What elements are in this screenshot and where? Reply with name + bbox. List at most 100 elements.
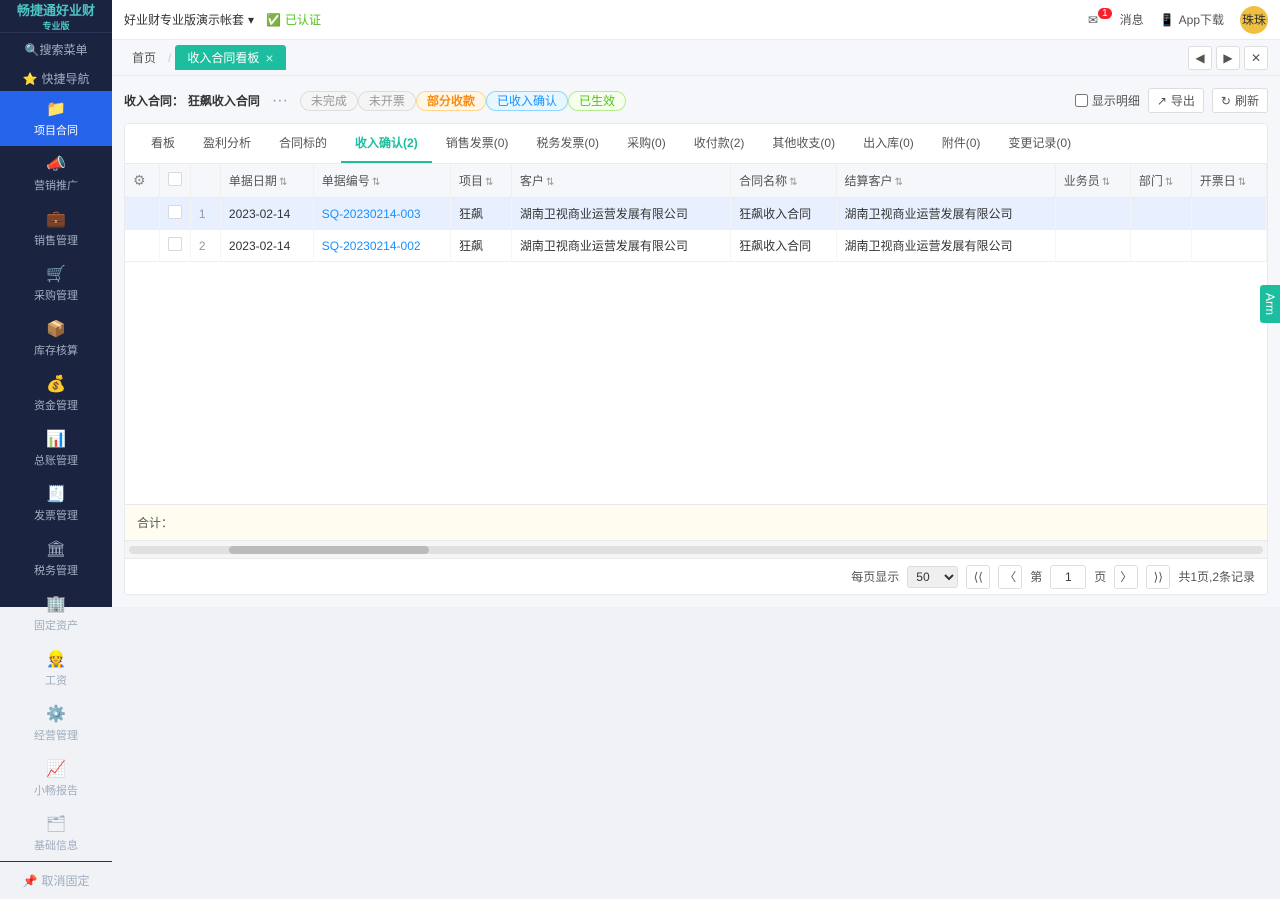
table-row[interactable]: 12023-02-14SQ-20230214-003狂飙湖南卫视商业运营发展有限… — [125, 198, 1267, 230]
sidebar-item-ops[interactable]: ⚙️经营管理 — [0, 696, 112, 751]
sort-customer-icon[interactable]: ⇅ — [546, 177, 554, 188]
tab-attachment[interactable]: 附件(0) — [928, 124, 995, 163]
row-checkbox[interactable] — [168, 237, 182, 251]
sidebar-item-fixed[interactable]: 🏢固定资产 — [0, 586, 112, 641]
horizontal-scrollbar[interactable] — [125, 540, 1267, 558]
show-detail-toggle[interactable]: 显示明细 — [1075, 92, 1140, 109]
report-label: 小畅报告 — [34, 782, 78, 798]
sort-contract-icon[interactable]: ⇅ — [789, 177, 797, 188]
col-header-open_date[interactable]: 开票日⇅ — [1191, 164, 1266, 198]
col-header-result_customer[interactable]: 结算客户⇅ — [836, 164, 1055, 198]
sidebar-item-basic[interactable]: 🗂基础信息 — [0, 806, 112, 861]
tab-close-icon[interactable]: × — [265, 50, 273, 66]
sidebar-item-report[interactable]: 📈小畅报告 — [0, 751, 112, 806]
tab-revenue[interactable]: 收入确认(2) — [341, 124, 432, 163]
select-all-checkbox[interactable] — [168, 172, 182, 186]
sidebar-item-purchase[interactable]: 🛒采购管理 — [0, 256, 112, 311]
tab-kanban[interactable]: 看板 — [137, 124, 189, 163]
col-header-department[interactable]: 部门⇅ — [1130, 164, 1191, 198]
certified-label: 已认证 — [285, 11, 321, 28]
row-checkbox[interactable] — [168, 205, 182, 219]
cell-result_customer: 湖南卫视商业运营发展有限公司 — [836, 230, 1055, 262]
tab-change_log[interactable]: 变更记录(0) — [994, 124, 1085, 163]
cell-contract: 狂飙收入合同 — [731, 230, 836, 262]
status-not_open[interactable]: 未开票 — [358, 91, 416, 111]
tab-nav-right[interactable]: ▶ — [1216, 46, 1240, 70]
tab-nav-close[interactable]: ✕ — [1244, 46, 1268, 70]
col-header-project[interactable]: 项目⇅ — [450, 164, 511, 198]
row-num: 2 — [199, 239, 206, 253]
show-detail-label: 显示明细 — [1092, 92, 1140, 109]
main-area: 好业财专业版演示帐套 ▾ ✅ 已认证 ✉ 1 消息 📱 App下载 珠珠 首页 … — [112, 0, 1280, 607]
col-header-code[interactable]: 单据编号⇅ — [313, 164, 450, 198]
sort-department-icon[interactable]: ⇅ — [1165, 177, 1173, 188]
tab-profit[interactable]: 盈利分析 — [189, 124, 265, 163]
refresh-button[interactable]: ↻ 刷新 — [1212, 88, 1268, 113]
cell-gear — [125, 230, 159, 262]
sidebar-item-general[interactable]: 📊总账管理 — [0, 421, 112, 476]
record-link[interactable]: SQ-20230214-002 — [322, 239, 421, 253]
tab-sales_invoice[interactable]: 销售发票(0) — [432, 124, 523, 163]
per-page-label: 每页显示 — [851, 568, 899, 585]
home-tab[interactable]: 首页 — [124, 45, 164, 70]
status-effective[interactable]: 已生效 — [568, 91, 626, 111]
tab-purchase[interactable]: 采购(0) — [613, 124, 680, 163]
sidebar-search[interactable]: 🔍 搜索菜单 — [0, 33, 112, 66]
cancel-pin-button[interactable]: 📌 取消固定 — [0, 868, 112, 893]
scrollbar-thumb[interactable] — [229, 546, 429, 554]
message-button[interactable]: ✉ 1 消息 — [1088, 11, 1144, 28]
col-header-date[interactable]: 单据日期⇅ — [220, 164, 313, 198]
last-page-button[interactable]: ⟩⟩ — [1146, 565, 1170, 589]
tabbar: 首页 / 收入合同看板 × ◀ ▶ ✕ — [112, 40, 1280, 76]
tab-other_income[interactable]: 其他收支(0) — [758, 124, 849, 163]
sort-open_date-icon[interactable]: ⇅ — [1238, 177, 1246, 188]
tax-label: 税务管理 — [34, 562, 78, 578]
tab-nav-left[interactable]: ◀ — [1188, 46, 1212, 70]
sort-date-icon[interactable]: ⇅ — [279, 177, 287, 188]
tab-payment[interactable]: 收付款(2) — [680, 124, 759, 163]
tab-tax_invoice[interactable]: 税务发票(0) — [522, 124, 613, 163]
contract-board-tab[interactable]: 收入合同看板 × — [175, 45, 285, 70]
sidebar-item-project[interactable]: 📁项目合同 — [0, 91, 112, 146]
show-detail-checkbox[interactable] — [1075, 94, 1088, 107]
status-partial[interactable]: 部分收款 — [416, 91, 486, 111]
record-link[interactable]: SQ-20230214-003 — [322, 207, 421, 221]
next-page-button[interactable]: 〉 — [1114, 565, 1138, 589]
gear-icon[interactable]: ⚙ — [133, 172, 146, 188]
sort-project-icon[interactable]: ⇅ — [485, 177, 493, 188]
sidebar-item-sales[interactable]: 💼销售管理 — [0, 201, 112, 256]
sidebar-item-tax[interactable]: 🏛税务管理 — [0, 531, 112, 586]
col-header-salesperson[interactable]: 业务员⇅ — [1055, 164, 1130, 198]
sort-code-icon[interactable]: ⇅ — [372, 177, 380, 188]
status-confirmed[interactable]: 已收入确认 — [486, 91, 568, 111]
user-avatar[interactable]: 珠珠 — [1240, 6, 1268, 34]
first-page-button[interactable]: ⟨⟨ — [966, 565, 990, 589]
sidebar-item-marketing[interactable]: 📣营销推广 — [0, 146, 112, 201]
page-input[interactable] — [1050, 565, 1086, 589]
col-header-contract[interactable]: 合同名称⇅ — [731, 164, 836, 198]
sidebar-item-labor[interactable]: 👷工资 — [0, 641, 112, 696]
status-not_done[interactable]: 未完成 — [300, 91, 358, 111]
arm-float-button[interactable]: Arm — [1260, 285, 1280, 323]
per-page-select[interactable]: 2050100 — [907, 566, 958, 588]
tab-warehouse[interactable]: 出入库(0) — [849, 124, 928, 163]
tab-standard[interactable]: 合同标的 — [265, 124, 341, 163]
total-info: 共1页,2条记录 — [1178, 568, 1255, 585]
app-download-button[interactable]: 📱 App下载 — [1160, 11, 1224, 28]
main-card: 看板盈利分析合同标的收入确认(2)销售发票(0)税务发票(0)采购(0)收付款(… — [124, 123, 1268, 595]
export-button[interactable]: ↗ 导出 — [1148, 88, 1204, 113]
col-header-customer[interactable]: 客户⇅ — [511, 164, 730, 198]
contract-more-button[interactable]: ··· — [272, 92, 288, 110]
sidebar-item-invoice[interactable]: 🧾发票管理 — [0, 476, 112, 531]
table-area[interactable]: ⚙ 单据日期⇅单据编号⇅项目⇅客户⇅合同名称⇅结算客户⇅业务员⇅部门⇅开票日⇅ 1… — [125, 164, 1267, 504]
sort-result_customer-icon[interactable]: ⇅ — [895, 177, 903, 188]
sidebar-item-capital[interactable]: 💰资金管理 — [0, 366, 112, 421]
table-row[interactable]: 22023-02-14SQ-20230214-002狂飙湖南卫视商业运营发展有限… — [125, 230, 1267, 262]
quick-nav[interactable]: ⭐ 快捷导航 — [0, 66, 112, 91]
purchase-icon: 🛒 — [46, 264, 66, 284]
sort-salesperson-icon[interactable]: ⇅ — [1102, 177, 1110, 188]
sidebar-item-inventory[interactable]: 📦库存核算 — [0, 311, 112, 366]
breadcrumb-separator: / — [168, 51, 171, 65]
prev-page-button[interactable]: 〈 — [998, 565, 1022, 589]
company-selector[interactable]: 好业财专业版演示帐套 ▾ — [124, 11, 254, 28]
